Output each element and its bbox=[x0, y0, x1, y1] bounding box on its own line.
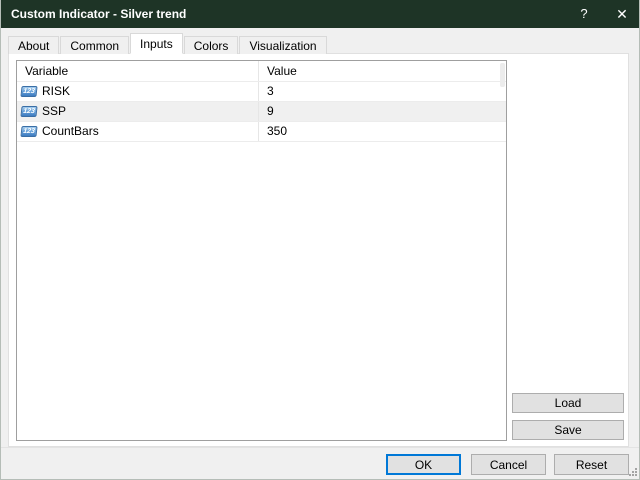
numeric-123-icon: 123 bbox=[20, 106, 37, 117]
close-button[interactable]: ✕ bbox=[606, 0, 638, 28]
inputs-table: Variable Value 123 RISK 3 123 SSP 9 123 CountBa… bbox=[16, 60, 507, 441]
table-row[interactable]: 123 SSP 9 bbox=[17, 102, 506, 122]
table-row[interactable]: 123 CountBars 350 bbox=[17, 122, 506, 142]
variable-cell: 123 RISK bbox=[17, 82, 258, 101]
tab-visualization[interactable]: Visualization bbox=[239, 36, 326, 54]
table-row[interactable]: 123 RISK 3 bbox=[17, 82, 506, 102]
tab-bar: AboutCommonInputsColorsVisualization bbox=[8, 33, 328, 54]
tab-about[interactable]: About bbox=[8, 36, 59, 54]
variable-name: CountBars bbox=[42, 122, 99, 141]
reset-button[interactable]: Reset bbox=[554, 454, 629, 475]
cancel-button[interactable]: Cancel bbox=[471, 454, 546, 475]
ok-button[interactable]: OK bbox=[386, 454, 461, 475]
variable-value[interactable]: 9 bbox=[258, 102, 506, 121]
table-body: 123 RISK 3 123 SSP 9 123 CountBars 350 bbox=[17, 82, 506, 142]
tab-inputs[interactable]: Inputs bbox=[130, 33, 183, 54]
tab-page: Variable Value 123 RISK 3 123 SSP 9 123 CountBa… bbox=[8, 53, 629, 447]
footer-bar: OK Cancel Reset bbox=[1, 447, 640, 480]
resize-grip[interactable] bbox=[629, 468, 639, 478]
window-title: Custom Indicator - Silver trend bbox=[11, 0, 186, 28]
column-header-variable: Variable bbox=[17, 61, 258, 81]
table-header-row: Variable Value bbox=[17, 61, 506, 82]
column-header-value: Value bbox=[258, 61, 506, 81]
variable-cell: 123 SSP bbox=[17, 102, 258, 121]
tab-common[interactable]: Common bbox=[60, 36, 129, 54]
variable-value[interactable]: 3 bbox=[258, 82, 506, 101]
variable-name: RISK bbox=[42, 82, 70, 101]
tab-colors[interactable]: Colors bbox=[184, 36, 239, 54]
help-button[interactable]: ? bbox=[568, 0, 600, 28]
titlebar[interactable]: Custom Indicator - Silver trend ? ✕ bbox=[1, 0, 640, 28]
save-button[interactable]: Save bbox=[512, 420, 624, 440]
load-button[interactable]: Load bbox=[512, 393, 624, 413]
numeric-123-icon: 123 bbox=[20, 86, 37, 97]
variable-name: SSP bbox=[42, 102, 66, 121]
custom-indicator-dialog: Custom Indicator - Silver trend ? ✕ Abou… bbox=[0, 0, 640, 480]
numeric-123-icon: 123 bbox=[20, 126, 37, 137]
variable-value[interactable]: 350 bbox=[258, 122, 506, 141]
scrollbar-thumb[interactable] bbox=[500, 63, 505, 87]
variable-cell: 123 CountBars bbox=[17, 122, 258, 141]
